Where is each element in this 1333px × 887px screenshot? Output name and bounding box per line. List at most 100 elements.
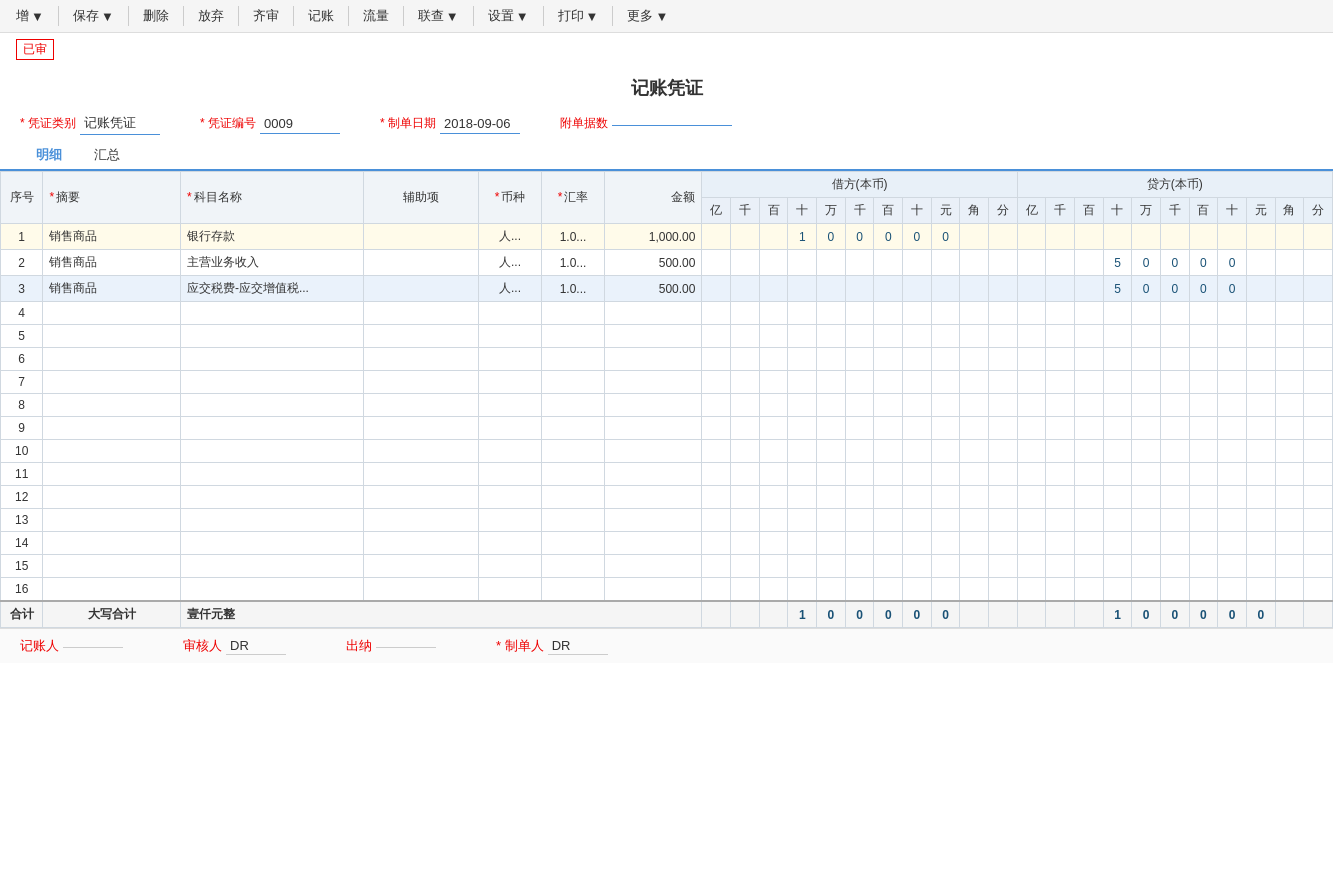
th-digit-2: 百	[759, 198, 788, 224]
table-row-empty[interactable]: 4	[1, 302, 1333, 325]
attachment-field: 附单据数	[560, 115, 732, 132]
toolbar-btn-delete[interactable]: 删除	[135, 4, 177, 28]
footer: 记账人 审核人 DR 出纳 * 制单人 DR	[0, 628, 1333, 663]
separator	[473, 6, 474, 26]
th-digit-18: 十	[1218, 198, 1247, 224]
th-digit-4: 万	[817, 198, 846, 224]
table-row-empty[interactable]: 13	[1, 509, 1333, 532]
th-digit-9: 角	[960, 198, 989, 224]
voucher-type-field: * 凭证类别 记账凭证	[20, 112, 160, 135]
separator	[183, 6, 184, 26]
date-label: * 制单日期	[380, 115, 436, 132]
toolbar-btn-settings[interactable]: 设置 ▼	[480, 4, 537, 28]
reviewer-field: 审核人 DR	[183, 637, 286, 655]
toolbar-btn-save[interactable]: 保存 ▼	[65, 4, 122, 28]
separator	[543, 6, 544, 26]
cashier-field: 出纳	[346, 637, 436, 655]
th-digit-7: 十	[903, 198, 932, 224]
th-digit-11: 亿	[1017, 198, 1046, 224]
table-row[interactable]: 2销售商品主营业务收入人...1.0...500.0050000	[1, 250, 1333, 276]
th-digit-16: 千	[1160, 198, 1189, 224]
summary-row: 合计大写合计壹仟元整100000100000	[1, 601, 1333, 628]
bookkeeper-value[interactable]	[63, 645, 123, 648]
th-digit-15: 万	[1132, 198, 1161, 224]
toolbar-btn-discard[interactable]: 放弃	[190, 4, 232, 28]
voucher-no-field: * 凭证编号 0009	[200, 114, 340, 134]
table-row-empty[interactable]: 15	[1, 555, 1333, 578]
date-value[interactable]: 2018-09-06	[440, 114, 520, 134]
toolbar-btn-print[interactable]: 打印 ▼	[550, 4, 607, 28]
th-rate: *汇率	[542, 172, 605, 224]
toolbar-btn-more[interactable]: 更多 ▼	[619, 4, 676, 28]
table-row-empty[interactable]: 9	[1, 417, 1333, 440]
toolbar-btn-review[interactable]: 齐审	[245, 4, 287, 28]
voucher-no-label: * 凭证编号	[200, 115, 256, 132]
th-digit-12: 千	[1046, 198, 1075, 224]
table-row-empty[interactable]: 10	[1, 440, 1333, 463]
cashier-label: 出纳	[346, 637, 372, 655]
th-digit-10: 分	[989, 198, 1018, 224]
table-row-empty[interactable]: 12	[1, 486, 1333, 509]
voucher-no-value[interactable]: 0009	[260, 114, 340, 134]
bookkeeper-field: 记账人	[20, 637, 123, 655]
th-digit-3: 十	[788, 198, 817, 224]
table-row-empty[interactable]: 11	[1, 463, 1333, 486]
toolbar: 增 ▼ 保存 ▼ 删除 放弃 齐审 记账 流量 联查 ▼ 设置 ▼ 打印 ▼ 更…	[0, 0, 1333, 33]
bookkeeper-label: 记账人	[20, 637, 59, 655]
tab-summary[interactable]: 汇总	[78, 141, 136, 171]
table-row-empty[interactable]: 8	[1, 394, 1333, 417]
th-digit-19: 元	[1246, 198, 1275, 224]
th-digit-8: 元	[931, 198, 960, 224]
toolbar-btn-query[interactable]: 联查 ▼	[410, 4, 467, 28]
th-digit-5: 千	[845, 198, 874, 224]
table-row[interactable]: 3销售商品应交税费-应交增值税...人...1.0...500.0050000	[1, 276, 1333, 302]
th-summary: *摘要	[43, 172, 181, 224]
maker-field: * 制单人 DR	[496, 637, 608, 655]
table-row-empty[interactable]: 16	[1, 578, 1333, 602]
separator	[238, 6, 239, 26]
tab-detail[interactable]: 明细	[20, 141, 78, 171]
form-header: * 凭证类别 记账凭证 * 凭证编号 0009 * 制单日期 2018-09-0…	[0, 106, 1333, 141]
page-title: 记账凭证	[0, 66, 1333, 106]
date-field: * 制单日期 2018-09-06	[380, 114, 520, 134]
th-subject: *科目名称	[180, 172, 363, 224]
table-row[interactable]: 1销售商品银行存款人...1.0...1,000.00100000	[1, 224, 1333, 250]
cashier-value[interactable]	[376, 645, 436, 648]
th-amount: 金额	[605, 172, 702, 224]
separator	[612, 6, 613, 26]
separator	[348, 6, 349, 26]
separator	[403, 6, 404, 26]
voucher-table-wrap: 序号 *摘要 *科目名称 辅助项 *币种 *汇率 金额 借方(本币) 贷方(本币…	[0, 171, 1333, 628]
th-currency: *币种	[478, 172, 541, 224]
table-row-empty[interactable]: 7	[1, 371, 1333, 394]
separator	[58, 6, 59, 26]
reviewer-value: DR	[226, 637, 286, 655]
table-row-empty[interactable]: 5	[1, 325, 1333, 348]
th-debit-group: 借方(本币)	[702, 172, 1017, 198]
toolbar-btn-bookkeep[interactable]: 记账	[300, 4, 342, 28]
th-digit-1: 千	[731, 198, 760, 224]
table-row-empty[interactable]: 6	[1, 348, 1333, 371]
th-credit-group: 贷方(本币)	[1017, 172, 1332, 198]
attachment-label: 附单据数	[560, 115, 608, 132]
toolbar-btn-add[interactable]: 增 ▼	[8, 4, 52, 28]
attachment-value[interactable]	[612, 121, 732, 126]
th-digit-21: 分	[1304, 198, 1333, 224]
toolbar-btn-flow[interactable]: 流量	[355, 4, 397, 28]
th-digit-13: 百	[1075, 198, 1104, 224]
th-digit-6: 百	[874, 198, 903, 224]
maker-value: DR	[548, 637, 608, 655]
reviewer-label: 审核人	[183, 637, 222, 655]
th-assist: 辅助项	[364, 172, 479, 224]
separator	[293, 6, 294, 26]
already-reviewed-badge: 已审	[16, 39, 54, 60]
voucher-type-label: * 凭证类别	[20, 115, 76, 132]
voucher-type-value[interactable]: 记账凭证	[80, 112, 160, 135]
table-row-empty[interactable]: 14	[1, 532, 1333, 555]
th-digit-0: 亿	[702, 198, 731, 224]
th-digit-20: 角	[1275, 198, 1304, 224]
separator	[128, 6, 129, 26]
th-digit-14: 十	[1103, 198, 1132, 224]
maker-label: * 制单人	[496, 637, 544, 655]
voucher-table: 序号 *摘要 *科目名称 辅助项 *币种 *汇率 金额 借方(本币) 贷方(本币…	[0, 171, 1333, 628]
